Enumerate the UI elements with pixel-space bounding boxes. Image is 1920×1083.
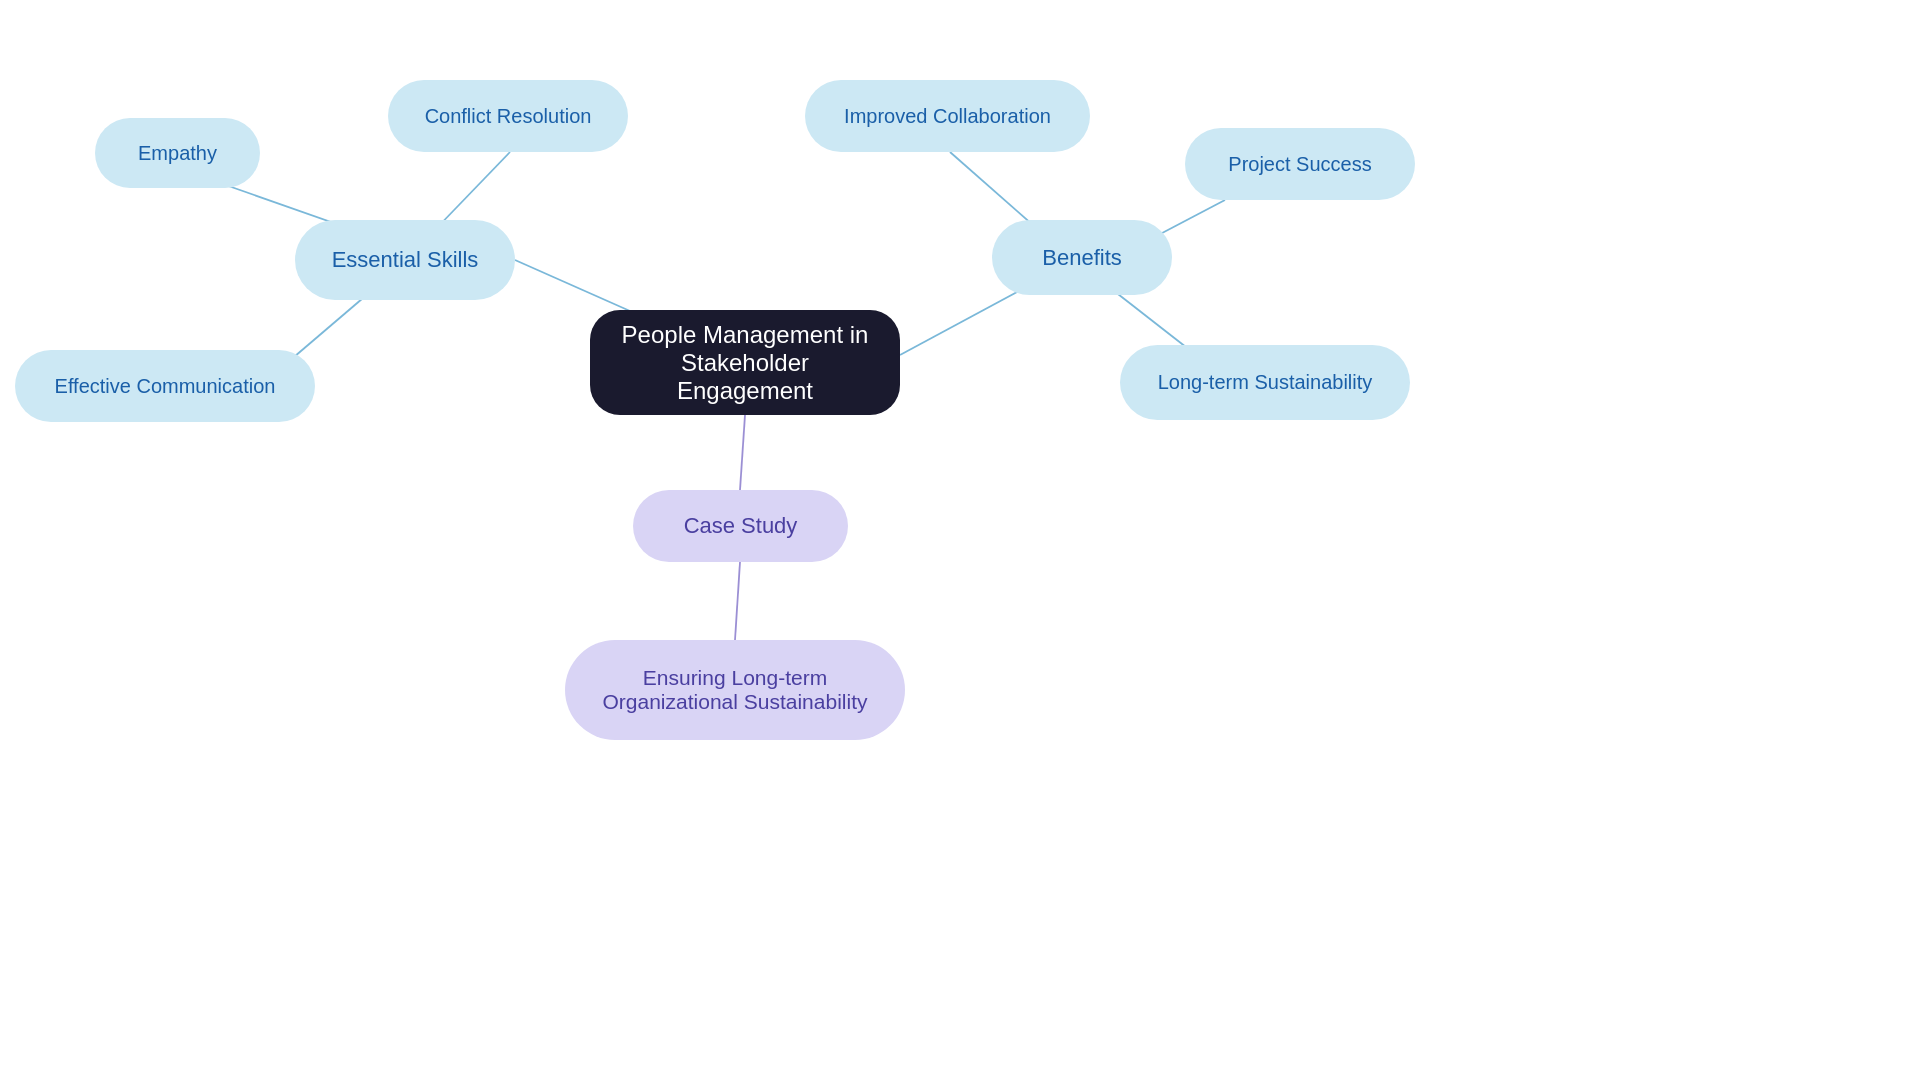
svg-line-8 — [740, 415, 745, 490]
conflict-resolution-node: Conflict Resolution — [388, 80, 628, 152]
improved-collaboration-node: Improved Collaboration — [805, 80, 1090, 152]
case-study-node: Case Study — [633, 490, 848, 562]
connection-lines — [0, 0, 1920, 1083]
project-success-node: Project Success — [1185, 128, 1415, 200]
empathy-node: Empathy — [95, 118, 260, 188]
svg-line-9 — [735, 562, 740, 640]
center-node: People Management in Stakeholder Engagem… — [590, 310, 900, 415]
long-term-sustainability-node: Long-term Sustainability — [1120, 345, 1410, 420]
mind-map-container: People Management in Stakeholder Engagem… — [0, 0, 1920, 1083]
effective-communication-node: Effective Communication — [15, 350, 315, 422]
essential-skills-node: Essential Skills — [295, 220, 515, 300]
ensuring-sustainability-node: Ensuring Long-term Organizational Sustai… — [565, 640, 905, 740]
benefits-node: Benefits — [992, 220, 1172, 295]
